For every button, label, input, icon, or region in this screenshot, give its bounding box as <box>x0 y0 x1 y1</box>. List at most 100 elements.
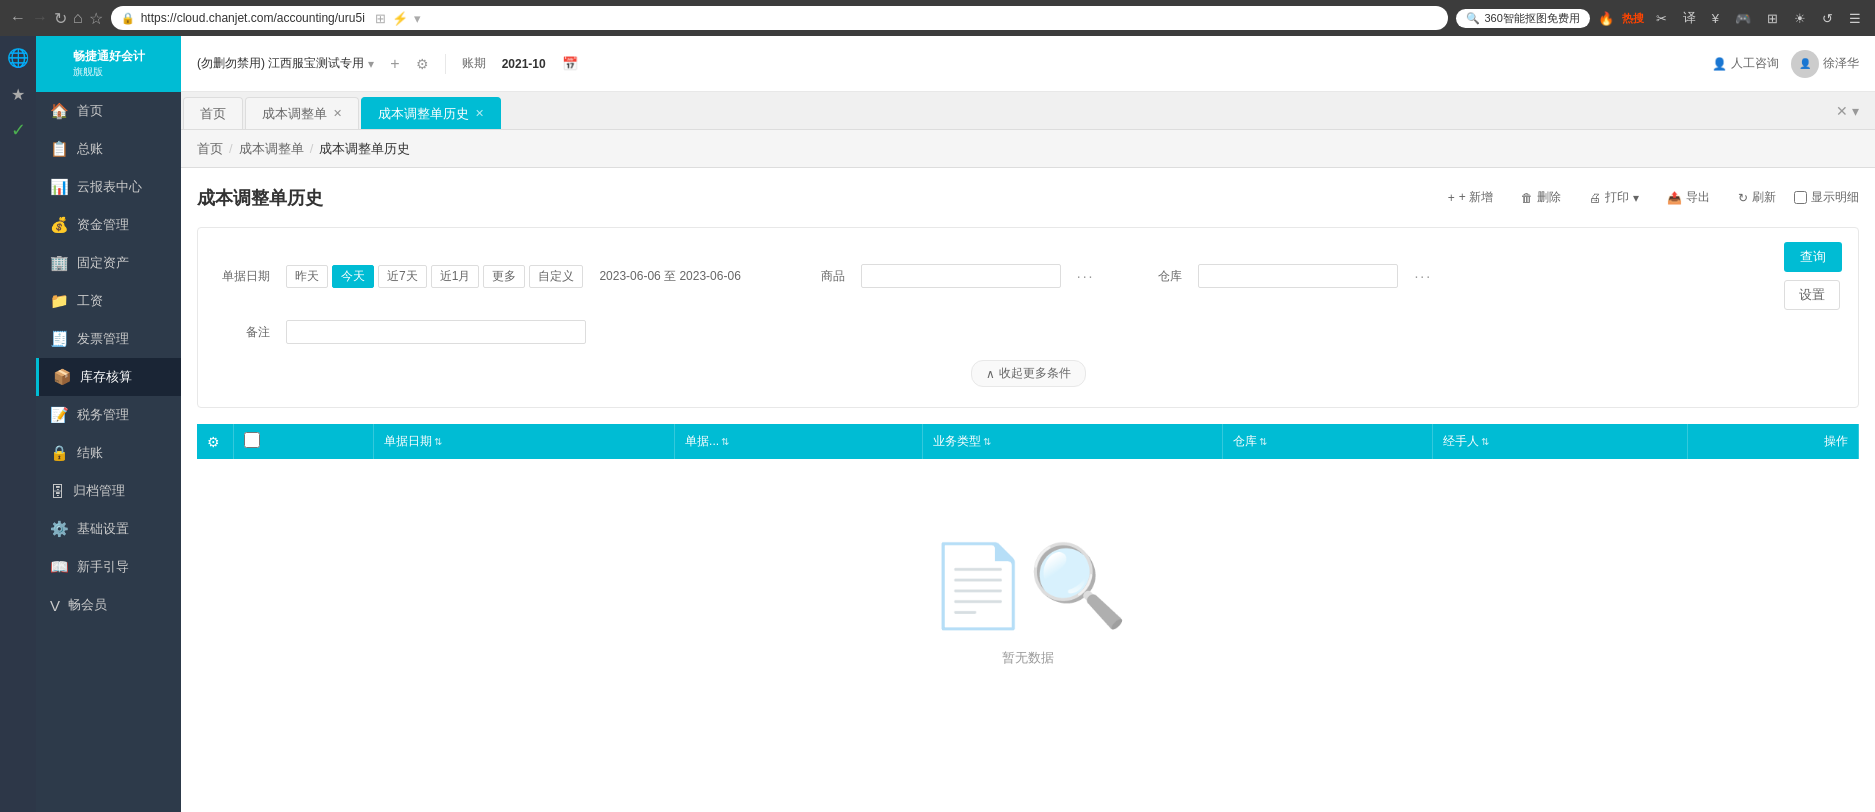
warehouse-dots[interactable]: ··· <box>1414 268 1432 284</box>
period-label: 账期 <box>462 55 486 72</box>
address-bar[interactable]: 🔒 https://cloud.chanjet.com/accounting/u… <box>111 6 1449 30</box>
star-icon[interactable]: ☆ <box>89 9 103 28</box>
reload-icon[interactable]: ↻ <box>54 9 67 28</box>
th-biztype[interactable]: 业务类型 ⇅ <box>922 424 1223 459</box>
page-title-bar: 成本调整单历史 + + 新增 🗑 删除 🖨 打印 ▾ <box>197 184 1859 211</box>
sidebar-item-总账[interactable]: 📋总账 <box>36 130 181 168</box>
sidebar-icon-8: 📝 <box>50 406 69 424</box>
collapse-btn[interactable]: ∧ 收起更多条件 <box>971 360 1086 387</box>
th-doc-label: 单据... <box>685 433 719 450</box>
sidebar-item-新手引导[interactable]: 📖新手引导 <box>36 548 181 586</box>
company-selector[interactable]: (勿删勿禁用) 江西服宝测试专用 ▾ <box>197 55 374 72</box>
home-icon[interactable]: ⌂ <box>73 9 83 27</box>
app-logo: 畅捷通好会计 旗舰版 <box>36 36 181 92</box>
th-doc[interactable]: 单据... ⇅ <box>675 424 922 459</box>
calendar-icon[interactable]: 📅 <box>562 56 578 71</box>
sidebar-item-税务管理[interactable]: 📝 税务管理 <box>36 396 181 434</box>
brightness-icon[interactable]: ☀ <box>1790 9 1810 28</box>
game-icon[interactable]: 🎮 <box>1731 9 1755 28</box>
forward-icon[interactable]: → <box>32 9 48 27</box>
settings-icon[interactable]: ⚙ <box>416 56 429 72</box>
btn-today[interactable]: 今天 <box>332 265 374 288</box>
btn-custom[interactable]: 自定义 <box>529 265 583 288</box>
undo-icon[interactable]: ↺ <box>1818 9 1837 28</box>
display-cols-checkbox[interactable] <box>1794 191 1807 204</box>
sidebar-icon-9: 🔒 <box>50 444 69 462</box>
breadcrumb-home[interactable]: 首页 <box>197 140 223 158</box>
sort-handler-icon: ⇅ <box>1481 436 1489 447</box>
sidebar-item-归档管理[interactable]: 🗄归档管理 <box>36 472 181 510</box>
sidebar-item-库存核算[interactable]: 📦库存核算 <box>36 358 181 396</box>
btn-more[interactable]: 更多 <box>483 265 525 288</box>
print-btn[interactable]: 🖨 打印 ▾ <box>1579 184 1649 211</box>
search-label: 360智能抠图免费用 <box>1484 11 1579 26</box>
warehouse-input[interactable] <box>1198 264 1398 288</box>
print-dropdown-icon[interactable]: ▾ <box>1633 191 1639 205</box>
app-grid-icon[interactable]: ⊞ <box>375 11 386 26</box>
th-gear[interactable]: ⚙ <box>197 424 233 459</box>
th-actions: 操作 <box>1687 424 1858 459</box>
new-btn[interactable]: + + 新增 <box>1438 184 1503 211</box>
export-btn[interactable]: 📤 导出 <box>1657 184 1720 211</box>
btn-yesterday[interactable]: 昨天 <box>286 265 328 288</box>
breadcrumb-history: 成本调整单历史 <box>319 140 410 158</box>
icon-bar-item-green[interactable]: ✓ <box>0 112 36 148</box>
tab-成本调整单历史[interactable]: 成本调整单历史✕ <box>361 97 501 129</box>
breadcrumb-cost[interactable]: 成本调整单 <box>239 140 304 158</box>
remark-input[interactable] <box>286 320 586 344</box>
sidebar-label-2: 云报表中心 <box>77 178 142 196</box>
menu-icon[interactable]: ☰ <box>1845 9 1865 28</box>
product-dots[interactable]: ··· <box>1077 268 1095 284</box>
icon-bar-item-weibo[interactable]: 🌐 <box>0 40 36 76</box>
back-icon[interactable]: ← <box>10 9 26 27</box>
delete-btn[interactable]: 🗑 删除 <box>1511 184 1571 211</box>
wallet-icon[interactable]: ¥ <box>1708 9 1723 28</box>
gear-icon[interactable]: ⚙ <box>207 434 220 450</box>
search-box[interactable]: 🔍 360智能抠图免费用 <box>1456 9 1589 28</box>
sidebar-item-首页[interactable]: 🏠首页 <box>36 92 181 130</box>
display-cols-checkbox-label[interactable]: 显示明细 <box>1794 189 1859 206</box>
add-company-btn[interactable]: + <box>390 55 399 73</box>
th-checkbox[interactable] <box>233 424 374 459</box>
sidebar-label-1: 总账 <box>77 140 103 158</box>
btn-7days[interactable]: 近7天 <box>378 265 427 288</box>
sidebar-item-资金管理[interactable]: 💰资金管理 <box>36 206 181 244</box>
sidebar-item-畅会员[interactable]: V畅会员 <box>36 586 181 624</box>
btn-1month[interactable]: 近1月 <box>431 265 480 288</box>
support-btn[interactable]: 👤 人工咨询 <box>1712 55 1779 72</box>
sidebar-item-发票管理[interactable]: 🧾发票管理 <box>36 320 181 358</box>
tab-close-1[interactable]: ✕ <box>333 107 342 120</box>
browser-nav[interactable]: ← → ↻ ⌂ ☆ <box>10 9 103 28</box>
apps-icon[interactable]: ⊞ <box>1763 9 1782 28</box>
icon-bar-item-bookmark[interactable]: ★ <box>0 76 36 112</box>
product-input[interactable] <box>861 264 1061 288</box>
sidebar-item-基础设置[interactable]: ⚙️基础设置 <box>36 510 181 548</box>
sidebar-item-固定资产[interactable]: 🏢固定资产 <box>36 244 181 282</box>
tab-close-2[interactable]: ✕ <box>475 107 484 120</box>
th-handler[interactable]: 经手人 ⇅ <box>1432 424 1687 459</box>
new-icon: + <box>1448 191 1455 205</box>
tab-成本调整单[interactable]: 成本调整单 ✕ <box>245 97 359 129</box>
user-btn[interactable]: 👤 徐泽华 <box>1791 50 1859 78</box>
dropdown-icon[interactable]: ▾ <box>414 11 421 26</box>
refresh-btn[interactable]: ↻ 刷新 <box>1728 184 1786 211</box>
sort-biztype-icon: ⇅ <box>983 436 991 447</box>
query-btn[interactable]: 查询 <box>1784 242 1842 272</box>
breadcrumb-sep1: / <box>229 141 233 156</box>
close-all-btn[interactable]: ✕ ▾ <box>1836 92 1859 130</box>
scissors-icon[interactable]: ✂ <box>1652 9 1671 28</box>
sidebar-item-云报表中心[interactable]: 📊云报表中心 <box>36 168 181 206</box>
sidebar-item-结账[interactable]: 🔒结账 <box>36 434 181 472</box>
fire-icon: 🔥 <box>1598 11 1614 26</box>
lightning-icon[interactable]: ⚡ <box>392 11 408 26</box>
th-date[interactable]: 单据日期 ⇅ <box>374 424 675 459</box>
settings-btn[interactable]: 设置 <box>1784 280 1840 310</box>
tab-首页[interactable]: 首页 <box>183 97 243 129</box>
tab-label-1: 成本调整单 <box>262 105 327 123</box>
sidebar-label-8: 税务管理 <box>77 406 129 424</box>
translate-icon[interactable]: 译 <box>1679 7 1700 29</box>
th-warehouse[interactable]: 仓库 ⇅ <box>1223 424 1432 459</box>
sidebar-item-工资[interactable]: 📁工资 <box>36 282 181 320</box>
filter-row-date: 单据日期 昨天 今天 近7天 近1月 更多 自定义 2023-06-06 至 2… <box>214 242 1842 310</box>
select-all-checkbox[interactable] <box>244 432 260 448</box>
